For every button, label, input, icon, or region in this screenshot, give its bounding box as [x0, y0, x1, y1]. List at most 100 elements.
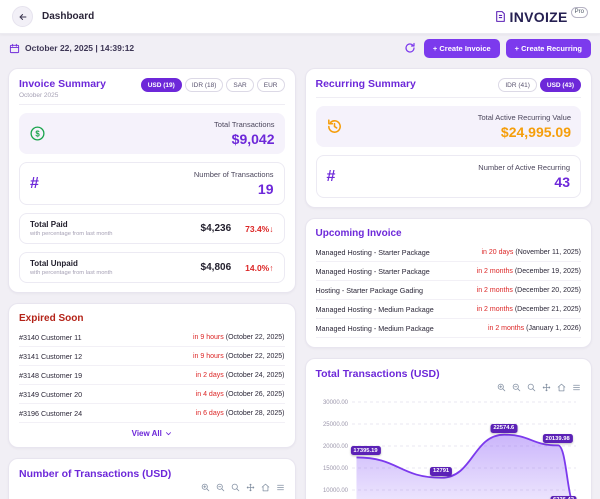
chart-toolbar	[19, 483, 285, 492]
total-paid-sublabel: with percentage from last month	[30, 231, 112, 237]
current-datetime: October 22, 2025 | 14:39:12	[25, 43, 134, 53]
currency-tab-usd[interactable]: USD (19)	[141, 78, 182, 92]
recurring-tab-usd[interactable]: USD (43)	[540, 78, 581, 92]
invoice-currency-tabs: USD (19) IDR (18) SAR EUR	[141, 78, 285, 92]
dashboard-grid: Invoice Summary October 2025 USD (19) ID…	[0, 62, 600, 499]
arrow-up-icon: ↑	[269, 263, 273, 273]
hash-icon: #	[327, 169, 336, 185]
expired-item[interactable]: #3149 Customer 20 in 4 days(October 26, …	[19, 385, 285, 404]
expired-item[interactable]: #3140 Customer 11 in 9 hours(October 22,…	[19, 328, 285, 347]
transactions-count-chart-card: Number of Transactions (USD)	[8, 458, 296, 499]
zoom-out-icon[interactable]	[216, 483, 225, 492]
invoice-summary-title: Invoice Summary	[19, 78, 106, 90]
arrow-down-icon: ↓	[269, 224, 273, 234]
upcoming-invoice-card: Upcoming Invoice Managed Hosting - Start…	[305, 218, 593, 348]
data-point-label: 17395.19	[350, 446, 380, 455]
pan-icon[interactable]	[246, 483, 255, 492]
dollar-circle-icon: $	[29, 125, 46, 142]
invoice-summary-subtitle: October 2025	[19, 92, 106, 99]
data-point-label: 22574.6	[490, 424, 517, 433]
zoom-out-icon[interactable]	[512, 383, 521, 392]
chevron-down-icon	[165, 430, 172, 437]
expired-item[interactable]: #3141 Customer 12 in 9 hours(October 22,…	[19, 347, 285, 366]
currency-tab-sar[interactable]: SAR	[226, 78, 253, 92]
reset-zoom-home-icon[interactable]	[261, 483, 270, 492]
recurring-tab-idr[interactable]: IDR (41)	[498, 78, 537, 92]
metric-value: $24,995.09	[478, 124, 571, 140]
chart-menu-icon[interactable]	[572, 383, 581, 392]
view-all-button[interactable]: View All	[19, 429, 285, 438]
expired-item[interactable]: #3196 Customer 24 in 6 days(October 28, …	[19, 404, 285, 423]
create-invoice-button[interactable]: + Create Invoice	[424, 39, 500, 58]
upcoming-item[interactable]: Hosting - Starter Package Gading in 2 mo…	[316, 281, 582, 300]
metric-value: 19	[194, 181, 274, 197]
recurring-currency-tabs: IDR (41) USD (43)	[498, 78, 581, 92]
svg-text:15000.00: 15000.00	[322, 466, 348, 472]
recurring-summary-title: Recurring Summary	[316, 78, 416, 90]
hash-icon: #	[30, 176, 39, 192]
invoice-summary-header: Invoice Summary October 2025 USD (19) ID…	[19, 78, 285, 105]
total-transactions-plot[interactable]: 30000.00 25000.00 20000.00 15000.00 10000.00…	[316, 396, 582, 499]
back-button[interactable]	[12, 6, 33, 27]
total-transactions-chart-title: Total Transactions (USD)	[316, 368, 582, 380]
recurring-summary-header: Recurring Summary IDR (41) USD (43)	[316, 78, 582, 98]
recurring-summary-card: Recurring Summary IDR (41) USD (43) Tota…	[305, 68, 593, 208]
right-column: Recurring Summary IDR (41) USD (43) Tota…	[305, 68, 593, 499]
pan-icon[interactable]	[542, 383, 551, 392]
calendar-icon	[9, 43, 20, 54]
logo-text: INVOIZE	[510, 10, 568, 24]
left-column: Invoice Summary October 2025 USD (19) ID…	[8, 68, 296, 499]
recurring-history-icon	[326, 118, 343, 135]
metric-label: Number of Active Recurring	[478, 163, 570, 172]
data-point-label: 20139.98	[542, 434, 572, 443]
expired-soon-title: Expired Soon	[19, 313, 285, 324]
upcoming-item[interactable]: Managed Hosting - Starter Package in 20 …	[316, 243, 582, 262]
zoom-in-icon[interactable]	[201, 483, 210, 492]
metric-label: Number of Transactions	[194, 170, 274, 179]
total-unpaid-label: Total Unpaid	[30, 259, 112, 268]
total-unpaid-sublabel: with percentage from last month	[30, 270, 112, 276]
upcoming-invoice-title: Upcoming Invoice	[316, 228, 582, 239]
page-title: Dashboard	[42, 11, 94, 22]
total-paid-change: 73.4%↓	[245, 224, 273, 234]
metric-label: Total Active Recurring Value	[478, 113, 571, 122]
top-bar: Dashboard INVOIZE Pro	[0, 0, 600, 34]
total-transactions-chart-card: Total Transactions (USD) 30000.00 25000.0…	[305, 358, 593, 499]
svg-text:20000.00: 20000.00	[322, 444, 348, 450]
transactions-count-chart-title: Number of Transactions (USD)	[19, 468, 285, 480]
svg-text:$: $	[35, 129, 40, 138]
total-unpaid-amount: $4,806	[201, 262, 232, 273]
upcoming-item[interactable]: Managed Hosting - Medium Package in 2 mo…	[316, 300, 582, 319]
metric-value: $9,042	[214, 131, 274, 147]
invoice-document-icon	[494, 10, 507, 23]
metric-label: Total Transactions	[214, 120, 274, 129]
chart-menu-icon[interactable]	[276, 483, 285, 492]
svg-text:30000.00: 30000.00	[322, 400, 348, 406]
selection-zoom-icon[interactable]	[231, 483, 240, 492]
metric-value: 43	[478, 174, 570, 190]
number-of-transactions-metric: # Number of Transactions 19	[19, 162, 285, 205]
total-paid-amount: $4,236	[201, 223, 232, 234]
zoom-in-icon[interactable]	[497, 383, 506, 392]
total-paid-row: Total Paid with percentage from last mon…	[19, 213, 285, 244]
recurring-value-metric: Total Active Recurring Value $24,995.09	[316, 106, 582, 147]
total-paid-label: Total Paid	[30, 220, 112, 229]
refresh-icon	[404, 42, 416, 54]
reset-zoom-home-icon[interactable]	[557, 383, 566, 392]
create-recurring-button[interactable]: + Create Recurring	[506, 39, 591, 58]
expired-item[interactable]: #3148 Customer 19 in 2 days(October 24, …	[19, 366, 285, 385]
selection-zoom-icon[interactable]	[527, 383, 536, 392]
svg-text:25000.00: 25000.00	[322, 422, 348, 428]
total-unpaid-row: Total Unpaid with percentage from last m…	[19, 252, 285, 283]
app-logo: INVOIZE Pro	[494, 10, 588, 24]
total-unpaid-change: 14.0%↑	[245, 263, 273, 273]
refresh-button[interactable]	[402, 40, 418, 56]
recurring-count-metric: # Number of Active Recurring 43	[316, 155, 582, 198]
currency-tab-idr[interactable]: IDR (18)	[185, 78, 224, 92]
upcoming-item[interactable]: Managed Hosting - Medium Package in 2 mo…	[316, 319, 582, 338]
currency-tab-eur[interactable]: EUR	[257, 78, 285, 92]
back-arrow-icon	[18, 12, 28, 22]
upcoming-item[interactable]: Managed Hosting - Starter Package in 2 m…	[316, 262, 582, 281]
svg-text:10000.00: 10000.00	[322, 488, 348, 494]
date-toolbar: October 22, 2025 | 14:39:12 + Create Inv…	[0, 34, 600, 62]
